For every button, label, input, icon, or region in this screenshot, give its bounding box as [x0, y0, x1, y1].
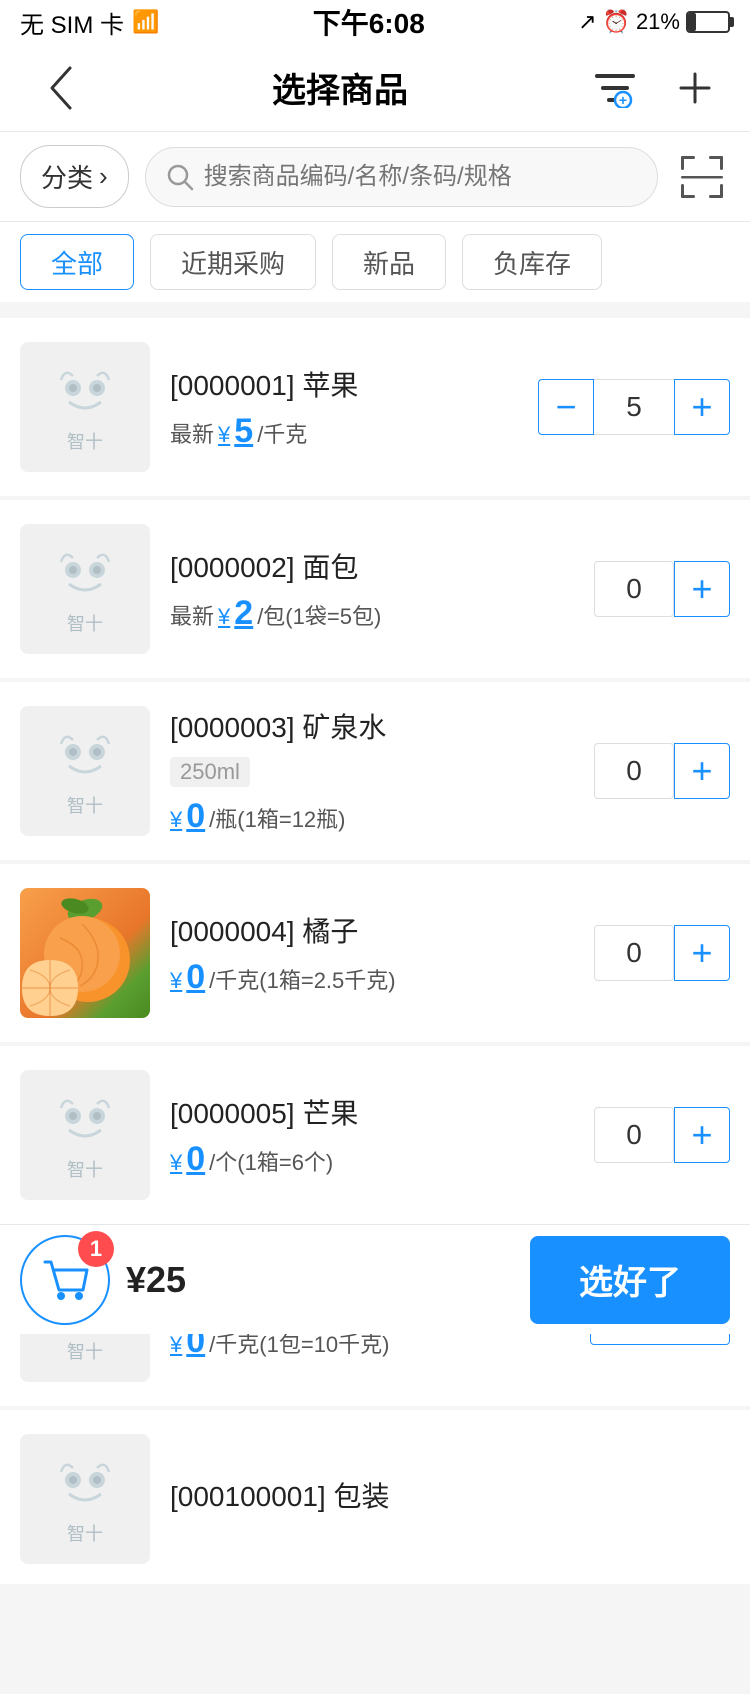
add-button[interactable]	[670, 63, 720, 113]
qty-control-0000001: − 5 +	[538, 379, 730, 435]
product-thumb-0000002: 智十	[20, 524, 150, 654]
product-name-0000002: [0000002] 面包	[170, 546, 574, 586]
status-time: 下午6:08	[313, 2, 425, 42]
product-thumb-0000003: 智十	[20, 706, 150, 836]
confirm-button[interactable]: 选好了	[530, 1236, 730, 1324]
qty-value-0000002[interactable]: 0	[594, 561, 674, 617]
qty-value-0000005[interactable]: 0	[594, 1107, 674, 1163]
qty-plus-0000002[interactable]: +	[674, 561, 730, 617]
tab-new[interactable]: 新品	[332, 234, 446, 290]
product-thumb-0000001: 智十	[20, 342, 150, 472]
product-list: 智十 [0000001] 苹果 最新 ¥ 5 /千克 − 5 +	[0, 318, 750, 1584]
product-item-0000005: 智十 [0000005] 芒果 ¥ 0 /个(1箱=6个) 0 +	[0, 1046, 750, 1224]
search-input[interactable]	[204, 163, 637, 191]
search-icon	[166, 163, 194, 191]
product-spec-0000003: 250ml	[170, 757, 250, 787]
wifi-icon: 📶	[132, 9, 159, 35]
tab-all[interactable]: 全部	[20, 234, 134, 290]
location-icon: ↗	[578, 9, 596, 35]
product-info-0000003: [0000003] 矿泉水 250ml ¥ 0 /瓶(1箱=12瓶)	[170, 706, 574, 836]
qty-value-0000001[interactable]: 5	[594, 379, 674, 435]
product-name-0000001: [0000001] 苹果	[170, 364, 518, 404]
qty-control-0000005: 0 +	[594, 1107, 730, 1163]
qty-plus-0000003[interactable]: +	[674, 743, 730, 799]
category-label: 分类	[41, 158, 93, 195]
product-price-0000003: ¥ 0 /瓶(1箱=12瓶)	[170, 797, 574, 836]
status-bar: 无 SIM 卡 📶 下午6:08 ↗ ⏰ 21%	[0, 0, 750, 44]
cart-badge: 1	[78, 1231, 114, 1267]
qty-value-0000004[interactable]: 0	[594, 925, 674, 981]
cart-button[interactable]: 1	[20, 1235, 110, 1325]
product-info-0000005: [0000005] 芒果 ¥ 0 /个(1箱=6个)	[170, 1092, 574, 1179]
category-chevron-icon: ›	[99, 161, 108, 192]
product-name-0000004: [0000004] 橘子	[170, 910, 574, 950]
page-title: 选择商品	[272, 63, 408, 112]
qty-minus-0000001[interactable]: −	[538, 379, 594, 435]
product-price-0000005: ¥ 0 /个(1箱=6个)	[170, 1140, 574, 1179]
category-button[interactable]: 分类 ›	[20, 145, 129, 208]
product-price-0000004: ¥ 0 /千克(1箱=2.5千克)	[170, 958, 574, 997]
filter-icon-btn[interactable]: +	[590, 63, 640, 113]
svg-text:+: +	[619, 92, 627, 108]
product-thumb-000100001: 智十	[20, 1434, 150, 1564]
search-bar[interactable]	[145, 147, 658, 207]
nav-bar: 选择商品 +	[0, 44, 750, 132]
back-button[interactable]	[30, 58, 90, 118]
status-left: 无 SIM 卡 📶	[20, 5, 159, 40]
qty-plus-0000001[interactable]: +	[674, 379, 730, 435]
qty-control-0000003: 0 +	[594, 743, 730, 799]
nav-actions: +	[590, 63, 720, 113]
battery-icon	[686, 11, 730, 33]
scan-button[interactable]	[674, 149, 730, 205]
product-info-0000001: [0000001] 苹果 最新 ¥ 5 /千克	[170, 364, 518, 451]
tab-recent[interactable]: 近期采购	[150, 234, 316, 290]
product-item-0000002: 智十 [0000002] 面包 最新 ¥ 2 /包(1袋=5包) 0 +	[0, 500, 750, 678]
product-name-0000005: [0000005] 芒果	[170, 1092, 574, 1132]
product-thumb-0000005: 智十	[20, 1070, 150, 1200]
bottom-bar: 1 ¥25 选好了	[0, 1224, 750, 1334]
alarm-icon: ⏰	[603, 9, 630, 35]
cart-total: ¥25	[126, 1259, 186, 1301]
product-item-0000004: [0000004] 橘子 ¥ 0 /千克(1箱=2.5千克) 0 +	[0, 864, 750, 1042]
qty-control-0000002: 0 +	[594, 561, 730, 617]
product-price-0000002: 最新 ¥ 2 /包(1袋=5包)	[170, 594, 574, 633]
qty-plus-0000004[interactable]: +	[674, 925, 730, 981]
qty-value-0000003[interactable]: 0	[594, 743, 674, 799]
tab-negative-stock[interactable]: 负库存	[462, 234, 602, 290]
product-item-0000003: 智十 [0000003] 矿泉水 250ml ¥ 0 /瓶(1箱=12瓶) 0 …	[0, 682, 750, 860]
product-price-0000001: 最新 ¥ 5 /千克	[170, 412, 518, 451]
product-name-000100001: [000100001] 包装	[170, 1475, 730, 1515]
filter-row: 分类 ›	[0, 132, 750, 222]
product-item-0000001: 智十 [0000001] 苹果 最新 ¥ 5 /千克 − 5 +	[0, 318, 750, 496]
qty-control-0000004: 0 +	[594, 925, 730, 981]
product-info-0000002: [0000002] 面包 最新 ¥ 2 /包(1袋=5包)	[170, 546, 574, 633]
product-info-0000004: [0000004] 橘子 ¥ 0 /千克(1箱=2.5千克)	[170, 910, 574, 997]
product-name-0000003: [0000003] 矿泉水	[170, 706, 574, 746]
product-info-000100001: [000100001] 包装	[170, 1475, 730, 1523]
carrier-label: 无 SIM 卡	[20, 5, 124, 40]
battery-percent: 21%	[636, 9, 680, 35]
status-right: ↗ ⏰ 21%	[578, 9, 730, 35]
qty-plus-0000005[interactable]: +	[674, 1107, 730, 1163]
product-item-000100001: 智十 [000100001] 包装	[0, 1410, 750, 1584]
tab-row: 全部 近期采购 新品 负库存	[0, 222, 750, 302]
cart-area: 1 ¥25	[20, 1235, 530, 1325]
product-thumb-0000004	[20, 888, 150, 1018]
